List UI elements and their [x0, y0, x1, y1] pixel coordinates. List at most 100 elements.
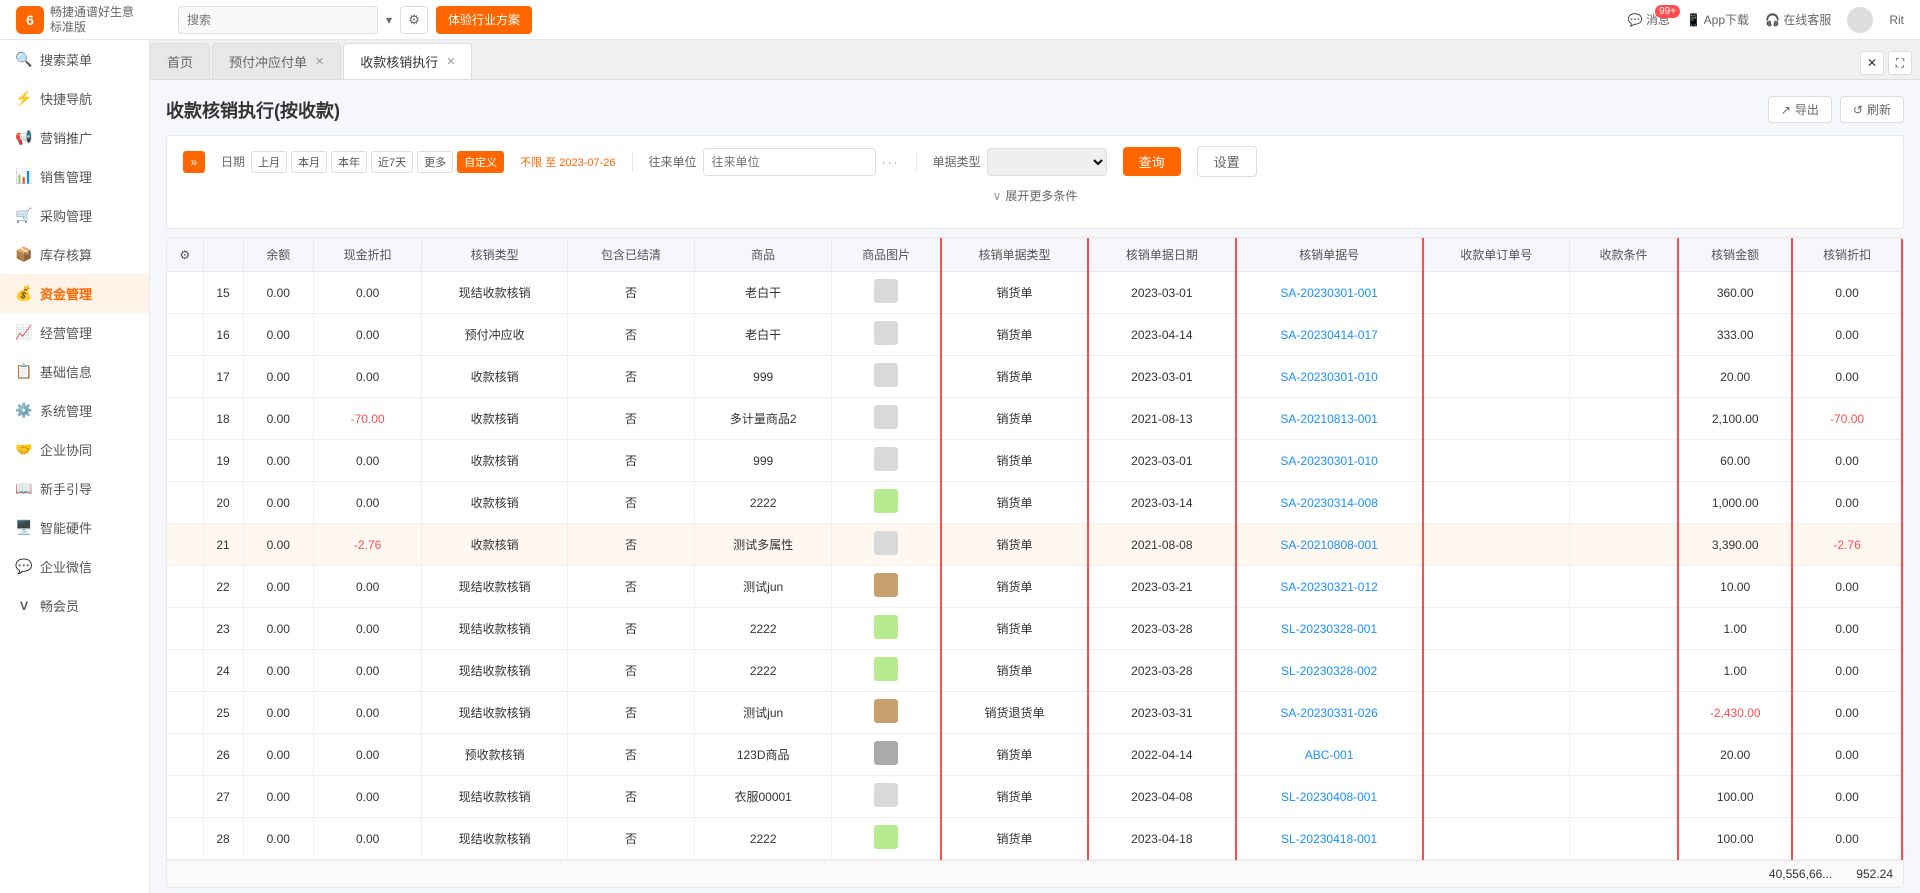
- cell-bill-no[interactable]: SA-20230301-010: [1236, 356, 1423, 398]
- bill-no-link[interactable]: SL-20230328-001: [1281, 622, 1377, 636]
- sidebar-item-marketing[interactable]: 📢 营销推广: [0, 118, 149, 157]
- cell-bill-no[interactable]: SA-20210808-001: [1236, 524, 1423, 566]
- bill-no-link[interactable]: SL-20230418-001: [1281, 832, 1377, 846]
- date-btn-7days[interactable]: 近7天: [371, 151, 413, 173]
- sidebar-item-finance[interactable]: 💰 资金管理: [0, 274, 149, 313]
- cell-gear: [167, 314, 203, 356]
- sidebar-item-cooperation[interactable]: 🤝 企业协同: [0, 430, 149, 469]
- bill-type-select[interactable]: [987, 148, 1107, 176]
- cell-bill-no[interactable]: SA-20230314-008: [1236, 482, 1423, 524]
- cell-goods: 2222: [694, 482, 831, 524]
- table-row: 28 0.00 0.00 现结收款核销 否 2222 销货单 2023-04-1…: [167, 818, 1902, 860]
- filter-expand-arrow[interactable]: »: [183, 151, 205, 173]
- cell-write-off-amount: 20.00: [1678, 734, 1792, 776]
- date-btn-more[interactable]: 更多: [417, 151, 453, 173]
- cell-bill-type: 销货单: [941, 566, 1088, 608]
- tab-close-writeoff[interactable]: ✕: [446, 55, 455, 68]
- cell-gear: [167, 818, 203, 860]
- sidebar-item-purchase[interactable]: 🛒 采购管理: [0, 196, 149, 235]
- online-service[interactable]: 🎧 在线客服: [1765, 11, 1831, 28]
- sidebar-item-vip[interactable]: V 畅会员: [0, 586, 149, 625]
- cell-bill-no[interactable]: SL-20230418-001: [1236, 818, 1423, 860]
- bill-no-link[interactable]: SA-20210808-001: [1280, 538, 1377, 552]
- bill-no-link[interactable]: SA-20230414-017: [1280, 328, 1377, 342]
- cell-balance: 0.00: [243, 608, 314, 650]
- table-scroll[interactable]: ⚙ 余额 现金折扣 核销类型 包含已结清 商品 商品图片 核销单据类型 核: [167, 238, 1903, 860]
- cell-receipt-condition: [1569, 524, 1678, 566]
- sidebar-item-inventory[interactable]: 📦 库存核算: [0, 235, 149, 274]
- tab-home[interactable]: 首页: [150, 43, 210, 79]
- cell-cash-discount: 0.00: [314, 818, 422, 860]
- cell-receipt-condition: [1569, 272, 1678, 314]
- data-table: ⚙ 余额 现金折扣 核销类型 包含已结清 商品 商品图片 核销单据类型 核: [167, 238, 1903, 860]
- date-btn-custom[interactable]: 自定义: [457, 151, 504, 173]
- date-btn-last-month[interactable]: 上月: [251, 151, 287, 173]
- cell-bill-no[interactable]: SL-20230328-001: [1236, 608, 1423, 650]
- cell-write-off-amount: 100.00: [1678, 776, 1792, 818]
- bill-no-link[interactable]: SA-20230321-012: [1280, 580, 1377, 594]
- cell-seq: 15: [203, 272, 243, 314]
- cell-bill-no[interactable]: SA-20230414-017: [1236, 314, 1423, 356]
- cell-goods-image: [832, 608, 941, 650]
- cell-bill-no[interactable]: SA-20230301-010: [1236, 440, 1423, 482]
- bill-no-link[interactable]: SA-20230301-010: [1280, 370, 1377, 384]
- bill-no-link[interactable]: SA-20230331-026: [1280, 706, 1377, 720]
- bill-no-link[interactable]: SA-20230314-008: [1280, 496, 1377, 510]
- search-input[interactable]: [178, 6, 378, 34]
- settings-button[interactable]: 设置: [1197, 146, 1257, 177]
- counterpart-input[interactable]: [703, 148, 876, 176]
- cell-gear: [167, 524, 203, 566]
- notification-area[interactable]: 💬 消息 99+: [1628, 11, 1670, 28]
- cell-write-off-type: 现结收款核销: [422, 692, 568, 734]
- sidebar-item-quicknav[interactable]: ⚡ 快捷导航: [0, 79, 149, 118]
- query-button[interactable]: 查询: [1123, 147, 1181, 176]
- gear-button[interactable]: ⚙: [400, 6, 428, 34]
- cell-bill-no[interactable]: SA-20230301-001: [1236, 272, 1423, 314]
- dropdown-arrow[interactable]: ▾: [386, 13, 392, 27]
- cell-bill-no[interactable]: SA-20210813-001: [1236, 398, 1423, 440]
- cell-bill-no[interactable]: ABC-001: [1236, 734, 1423, 776]
- tab-maximize-button[interactable]: ⛶: [1888, 51, 1912, 75]
- cell-bill-no[interactable]: SA-20230331-026: [1236, 692, 1423, 734]
- cell-cash-discount: -70.00: [314, 398, 422, 440]
- user-avatar[interactable]: [1847, 7, 1873, 33]
- industry-solution-button[interactable]: 体验行业方案: [436, 6, 532, 34]
- tab-close-prepayment[interactable]: ✕: [315, 55, 324, 68]
- sidebar-item-hardware[interactable]: 🖥️ 智能硬件: [0, 508, 149, 547]
- footer-total-discount: 952.24: [1856, 867, 1893, 881]
- bill-no-link[interactable]: SA-20230301-001: [1280, 286, 1377, 300]
- sidebar-item-sales[interactable]: 📊 销售管理: [0, 157, 149, 196]
- cell-gear: [167, 398, 203, 440]
- chevron-down-icon: ∨: [993, 189, 1002, 203]
- cell-bill-no[interactable]: SL-20230328-002: [1236, 650, 1423, 692]
- sidebar-item-search[interactable]: 🔍 搜索菜单: [0, 40, 149, 79]
- tab-close-button[interactable]: ✕: [1860, 51, 1884, 75]
- cell-bill-no[interactable]: SA-20230321-012: [1236, 566, 1423, 608]
- refresh-button[interactable]: ↺ 刷新: [1840, 96, 1904, 123]
- cell-bill-no[interactable]: SL-20230408-001: [1236, 776, 1423, 818]
- export-button[interactable]: ↗ 导出: [1768, 96, 1832, 123]
- sidebar-item-guide[interactable]: 📖 新手引导: [0, 469, 149, 508]
- sidebar-item-management[interactable]: 📈 经营管理: [0, 313, 149, 352]
- cell-write-off-discount: 0.00: [1792, 272, 1902, 314]
- tab-writeoff[interactable]: 收款核销执行 ✕: [343, 43, 472, 79]
- bill-no-link[interactable]: ABC-001: [1305, 748, 1354, 762]
- cell-seq: 26: [203, 734, 243, 776]
- sidebar-item-basic[interactable]: 📋 基础信息: [0, 352, 149, 391]
- bill-no-link[interactable]: SA-20210813-001: [1280, 412, 1377, 426]
- cell-balance: 0.00: [243, 818, 314, 860]
- sidebar-item-weixin[interactable]: 💬 企业微信: [0, 547, 149, 586]
- date-btn-this-year[interactable]: 本年: [331, 151, 367, 173]
- table-footer: 40,556,66... 952.24: [167, 860, 1903, 887]
- bill-no-link[interactable]: SL-20230328-002: [1281, 664, 1377, 678]
- cell-bill-type: 销货单: [941, 314, 1088, 356]
- app-download[interactable]: 📱 App下载: [1686, 11, 1749, 28]
- filter-bill-type-item: 单据类型: [933, 148, 1107, 176]
- date-btn-this-month[interactable]: 本月: [291, 151, 327, 173]
- tab-prepayment[interactable]: 预付冲应付单 ✕: [212, 43, 341, 79]
- bill-no-link[interactable]: SA-20230301-010: [1280, 454, 1377, 468]
- sidebar-item-system[interactable]: ⚙️ 系统管理: [0, 391, 149, 430]
- bill-no-link[interactable]: SL-20230408-001: [1281, 790, 1377, 804]
- cell-balance: 0.00: [243, 776, 314, 818]
- expand-conditions-button[interactable]: ∨ 展开更多条件: [983, 183, 1088, 208]
